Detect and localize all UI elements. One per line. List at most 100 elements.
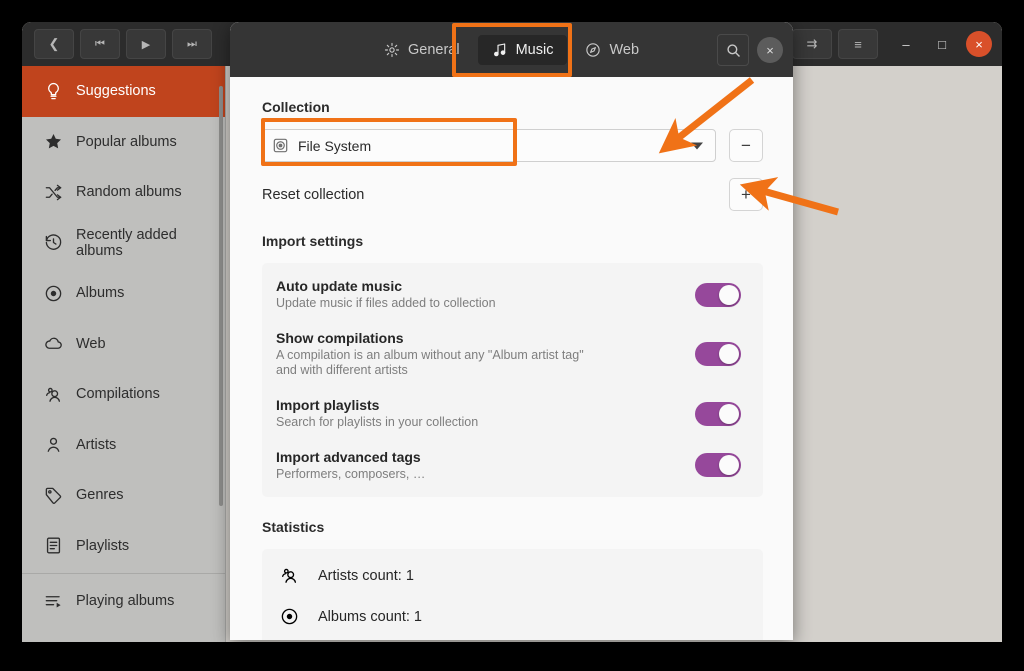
lightbulb-icon: [42, 80, 64, 102]
option-title: Show compilations: [276, 329, 404, 346]
sidebar-item-playlists[interactable]: Playlists: [22, 521, 225, 572]
sidebar-item-suggestions[interactable]: Suggestions: [22, 66, 225, 117]
option-auto-update-music: Auto update music Update music if files a…: [262, 269, 763, 321]
sidebar: Suggestions Popular albums Random albums Re…: [22, 66, 226, 642]
preferences-dialog: General Music Web × Collection File Syst…: [230, 22, 793, 640]
previous-track-button[interactable]: ⏮: [80, 29, 120, 59]
sidebar-item-web[interactable]: Web: [22, 319, 225, 370]
screen: ❮ ⏮ ▶ ⏭ ⇉ ≡ – □ × Suggestions Popular alb…: [0, 0, 1024, 671]
collection-source-select[interactable]: File System: [262, 129, 716, 162]
sidebar-item-label: Random albums: [76, 184, 182, 201]
statistic-label: Artists count: 1: [318, 567, 414, 584]
option-toggle[interactable]: [695, 453, 741, 478]
tab-label: Music: [515, 41, 554, 58]
toggle-knob: [719, 455, 739, 476]
back-button[interactable]: ❮: [34, 29, 74, 59]
remove-collection-button[interactable]: −: [729, 129, 763, 162]
option-title: Import playlists: [276, 396, 380, 413]
titlebar-right-controls: ⇉ ≡ – □ ×: [792, 29, 992, 59]
preferences-header-actions: ×: [717, 34, 783, 66]
option-description: Search for playlists in your collection: [276, 414, 479, 429]
sidebar-item-artists[interactable]: Artists: [22, 420, 225, 471]
player-controls: ❮ ⏮ ▶ ⏭: [22, 29, 218, 59]
menu-icon[interactable]: ≡: [838, 29, 878, 59]
statistic-row: Albums count: 1: [262, 596, 763, 637]
reset-collection-label: Reset collection: [262, 186, 365, 203]
option-text: Auto update music Update music if files a…: [276, 278, 496, 312]
option-description: Update music if files added to collectio…: [276, 296, 496, 310]
people-icon: [42, 383, 64, 405]
option-text: Show compilations A compilation is an alb…: [276, 330, 584, 379]
sidebar-item-recently-added-albums[interactable]: Recently added albums: [22, 218, 225, 269]
statistic-label: Albums count: 1: [318, 608, 422, 625]
sidebar-item-compilations[interactable]: Compilations: [22, 369, 225, 420]
sidebar-item-label: Playlists: [76, 537, 130, 554]
option-toggle[interactable]: [695, 282, 741, 307]
reset-collection-row: Reset collection +: [262, 178, 763, 211]
option-toggle[interactable]: [695, 342, 741, 367]
add-collection-button[interactable]: +: [729, 178, 763, 211]
close-button[interactable]: ×: [966, 31, 992, 57]
play-button[interactable]: ▶: [126, 29, 166, 59]
sidebar-overflow[interactable]: ⋯: [22, 627, 225, 643]
sidebar-item-label: Albums: [76, 285, 125, 302]
gear-icon: [384, 42, 400, 58]
sidebar-item-label: Artists: [76, 436, 117, 453]
option-import-advanced-tags: Import advanced tags Performers, composer…: [262, 440, 763, 492]
option-toggle[interactable]: [695, 401, 741, 426]
import-settings-card: Auto update music Update music if files a…: [262, 263, 763, 498]
option-text: Import playlists Search for playlists in …: [276, 397, 478, 431]
search-icon[interactable]: [717, 34, 749, 66]
drive-icon: [273, 138, 288, 153]
minimize-button[interactable]: –: [892, 30, 920, 58]
sidebar-item-random-albums[interactable]: Random albums: [22, 167, 225, 218]
option-show-compilations: Show compilations A compilation is an alb…: [262, 321, 763, 388]
option-title: Import advanced tags: [276, 448, 421, 465]
statistics-card: Artists count: 1 Albums count: 1 Tracks co…: [262, 549, 763, 640]
option-description: A compilation is an album without any "A…: [276, 347, 584, 378]
statistics-title: Statistics: [262, 519, 325, 536]
collection-source-value: File System: [298, 137, 372, 154]
option-description: Performers, composers, …: [276, 466, 426, 481]
tag-icon: [42, 484, 64, 506]
chevron-down-icon: [691, 142, 703, 149]
tab-music[interactable]: Music: [477, 34, 568, 65]
shuffle-repeat-icon[interactable]: ⇉: [792, 29, 832, 59]
close-icon[interactable]: ×: [757, 37, 783, 63]
note-icon: [492, 42, 508, 58]
compass-icon: [585, 42, 601, 58]
statistic-row: Artists count: 1: [262, 555, 763, 596]
tab-web[interactable]: Web: [571, 35, 653, 65]
maximize-button[interactable]: □: [928, 30, 956, 58]
cloud-icon: [42, 333, 64, 355]
sidebar-item-label: Recently added albums: [76, 226, 177, 259]
sidebar-item-label: Compilations: [76, 386, 160, 403]
tab-label: Web: [609, 41, 640, 58]
sidebar-item-genres[interactable]: Genres: [22, 470, 225, 521]
collection-row: File System −: [262, 129, 763, 162]
statistic-row: Tracks count: 1: [262, 637, 763, 640]
preferences-header: General Music Web ×: [230, 22, 793, 77]
option-title: Auto update music: [276, 278, 403, 294]
sidebar-item-playing-albums[interactable]: Playing albums: [22, 576, 225, 627]
sidebar-item-popular-albums[interactable]: Popular albums: [22, 117, 225, 168]
disc-icon: [42, 282, 64, 304]
toggle-knob: [719, 344, 739, 365]
sidebar-scrollbar[interactable]: [219, 86, 223, 506]
sidebar-item-label: Playing albums: [76, 593, 175, 610]
tab-general[interactable]: General: [370, 35, 474, 65]
collection-section-title: Collection: [262, 99, 330, 115]
person-icon: [42, 434, 64, 456]
sidebar-item-label: Web: [76, 335, 106, 352]
queue-icon: [42, 590, 64, 612]
shuffle-icon: [42, 181, 64, 203]
sidebar-item-label: Suggestions: [76, 83, 156, 100]
next-track-button[interactable]: ⏭: [172, 29, 212, 59]
toggle-knob: [719, 284, 739, 305]
preferences-body: Collection File System − Reset collectio…: [230, 77, 793, 640]
sidebar-item-label: Popular albums: [76, 133, 177, 150]
clock-icon: [42, 232, 64, 254]
disc-icon: [276, 607, 302, 626]
sidebar-item-albums[interactable]: Albums: [22, 268, 225, 319]
toggle-knob: [719, 403, 739, 424]
